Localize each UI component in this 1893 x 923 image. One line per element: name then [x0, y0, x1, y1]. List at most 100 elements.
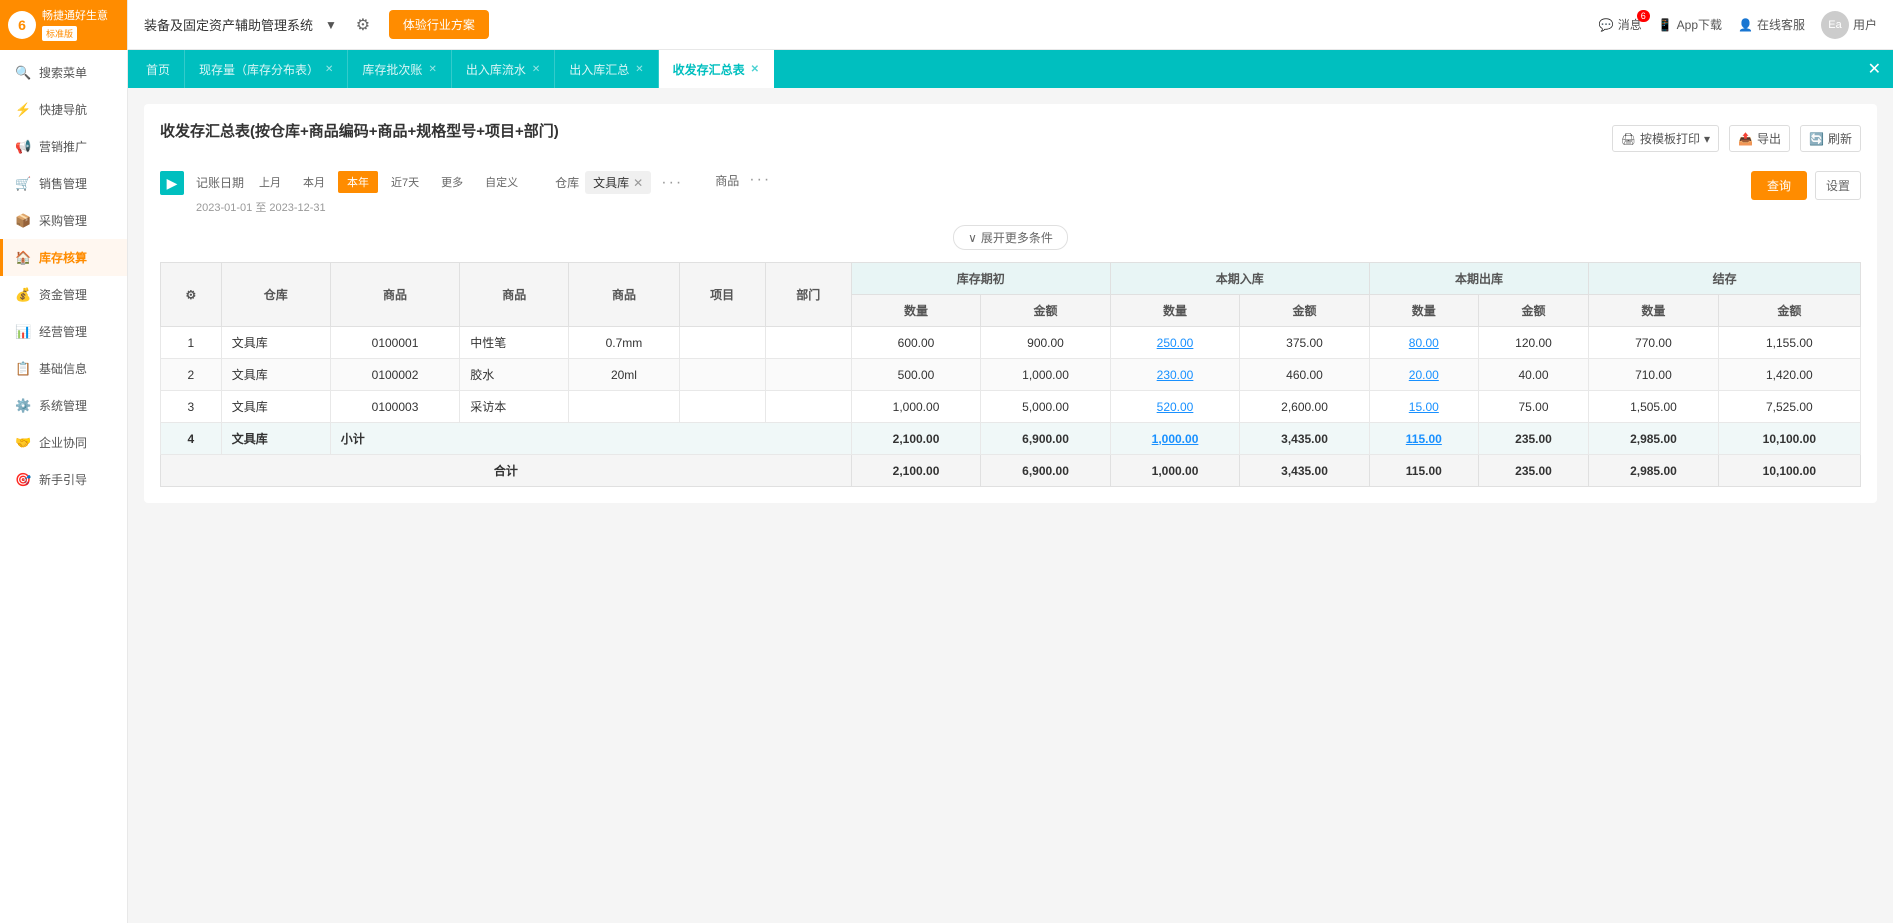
footer-in-amt: 3,435.00: [1240, 455, 1370, 487]
message-badge: 6: [1637, 10, 1650, 22]
warehouse-filter-dots[interactable]: ···: [657, 174, 687, 192]
date-btn-this-month[interactable]: 本月: [294, 171, 334, 193]
operation-icon: 📊: [15, 324, 31, 340]
sidebar-item-sales[interactable]: 🛒 销售管理: [0, 165, 127, 202]
lightning-icon: ⚡: [15, 102, 31, 118]
date-btn-last-month[interactable]: 上月: [250, 171, 290, 193]
refresh-button[interactable]: 🔄 刷新: [1800, 125, 1861, 152]
tab-home[interactable]: 首页: [132, 50, 185, 88]
subtotal-bal-qty: 2,985.00: [1589, 423, 1719, 455]
cell-bal-amt: 7,525.00: [1718, 391, 1860, 423]
date-btn-more[interactable]: 更多: [432, 171, 472, 193]
search-icon: 🔍: [15, 65, 31, 81]
footer-open-amt: 6,900.00: [981, 455, 1111, 487]
cell-bal-amt: 1,155.00: [1718, 327, 1860, 359]
sidebar-item-purchase[interactable]: 📦 采购管理: [0, 202, 127, 239]
tab-flow-label: 出入库流水: [466, 61, 526, 78]
tab-flow-close[interactable]: ✕: [532, 64, 540, 75]
sidebar-item-label: 基础信息: [39, 360, 87, 377]
cell-bal-qty: 1,505.00: [1589, 391, 1719, 423]
cell-open-amt: 900.00: [981, 327, 1111, 359]
export-label: 导出: [1757, 130, 1781, 147]
tab-flow[interactable]: 出入库流水 ✕: [452, 50, 555, 88]
topbar-left: 装备及固定资产辅助管理系统 ▼ ⚙ 体验行业方案: [144, 10, 489, 39]
sidebar-item-marketing[interactable]: 📢 营销推广: [0, 128, 127, 165]
cell-project: [679, 391, 765, 423]
subtotal-out-qty[interactable]: 115.00: [1369, 423, 1478, 455]
sidebar-nav: 🔍 搜索菜单 ⚡ 快捷导航 📢 营销推广 🛒 销售管理 📦 采购管理 🏠 库存核…: [0, 50, 127, 923]
sidebar-item-system[interactable]: ⚙️ 系统管理: [0, 387, 127, 424]
sidebar-item-search[interactable]: 🔍 搜索菜单: [0, 54, 127, 91]
table-wrap: ⚙ 仓库 商品 商品 商品 项目 部门 库存期初 本期入库 本期出库 结存: [160, 262, 1861, 487]
expand-icon: ∨: [968, 231, 977, 245]
cell-out-qty[interactable]: 80.00: [1369, 327, 1478, 359]
gear-icon[interactable]: ⚙: [185, 288, 196, 302]
footer-out-amt: 235.00: [1478, 455, 1588, 487]
chevron-down-icon: ▾: [1704, 132, 1710, 146]
tab-batch[interactable]: 库存批次账 ✕: [348, 50, 451, 88]
subtotal-label: 小计: [330, 423, 851, 455]
warehouse-tag-close[interactable]: ✕: [633, 176, 643, 190]
sidebar-item-label: 搜索菜单: [39, 64, 87, 81]
subtotal-warehouse: 文具库: [221, 423, 330, 455]
date-btn-this-year[interactable]: 本年: [338, 171, 378, 193]
th-bal-amt: 金额: [1718, 295, 1860, 327]
date-btn-7days[interactable]: 近7天: [382, 171, 428, 193]
sidebar-item-collab[interactable]: 🤝 企业协同: [0, 424, 127, 461]
trial-button[interactable]: 体验行业方案: [389, 10, 489, 39]
filter-toggle[interactable]: ▶: [160, 171, 184, 195]
collab-icon: 🤝: [15, 435, 31, 451]
tab-home-label: 首页: [146, 61, 170, 78]
cell-in-qty[interactable]: 230.00: [1110, 359, 1240, 391]
tab-inventory-dist-close[interactable]: ✕: [325, 64, 333, 75]
cell-in-amt: 460.00: [1240, 359, 1370, 391]
sidebar-item-finance[interactable]: 💰 资金管理: [0, 276, 127, 313]
tab-inventory-dist[interactable]: 现存量（库存分布表） ✕: [185, 50, 348, 88]
print-button[interactable]: 🖨 按模板打印 ▾: [1612, 125, 1719, 152]
service-item[interactable]: 👤 在线客服: [1738, 16, 1805, 33]
tabs-close-all[interactable]: ✕: [1860, 59, 1889, 79]
tab-summary[interactable]: 出入库汇总 ✕: [555, 50, 658, 88]
tab-batch-close[interactable]: ✕: [428, 64, 436, 75]
cell-name: 中性笔: [460, 327, 569, 359]
tab-recv-send-close[interactable]: ✕: [751, 64, 759, 75]
th-code: 商品: [330, 263, 460, 327]
th-out-qty: 数量: [1369, 295, 1478, 327]
message-item[interactable]: 💬 消息 6: [1599, 16, 1642, 33]
cell-in-qty[interactable]: 520.00: [1110, 391, 1240, 423]
goods-filter-dots[interactable]: ···: [745, 171, 775, 189]
settings-button[interactable]: 设置: [1815, 171, 1861, 200]
th-name: 商品: [460, 263, 569, 327]
cell-spec: 20ml: [569, 359, 679, 391]
tab-recv-send[interactable]: 收发存汇总表 ✕: [659, 50, 774, 88]
sidebar-item-basic[interactable]: 📋 基础信息: [0, 350, 127, 387]
inventory-icon: 🏠: [15, 250, 31, 266]
cell-in-qty[interactable]: 250.00: [1110, 327, 1240, 359]
cell-spec: 0.7mm: [569, 327, 679, 359]
export-button[interactable]: 📤 导出: [1729, 125, 1790, 152]
sidebar-item-inventory[interactable]: 🏠 库存核算: [0, 239, 127, 276]
cell-out-qty[interactable]: 20.00: [1369, 359, 1478, 391]
app-download-item[interactable]: 📱 App下载: [1658, 16, 1722, 33]
guide-icon: 🎯: [15, 472, 31, 488]
cell-open-qty: 1,000.00: [851, 391, 981, 423]
refresh-label: 刷新: [1828, 130, 1852, 147]
system-dropdown[interactable]: ▼: [325, 18, 337, 32]
tab-summary-close[interactable]: ✕: [635, 64, 643, 75]
cell-dept: [765, 391, 851, 423]
cell-open-amt: 1,000.00: [981, 359, 1111, 391]
sidebar-item-operation[interactable]: 📊 经营管理: [0, 313, 127, 350]
cell-spec: [569, 391, 679, 423]
sidebar-item-guide[interactable]: 🎯 新手引导: [0, 461, 127, 498]
sidebar-item-quicknav[interactable]: ⚡ 快捷导航: [0, 91, 127, 128]
date-btn-custom[interactable]: 自定义: [476, 171, 527, 193]
tab-summary-label: 出入库汇总: [569, 61, 629, 78]
settings-icon[interactable]: ⚙: [349, 11, 377, 39]
user-item[interactable]: Ea 用户: [1821, 11, 1877, 39]
query-button[interactable]: 查询: [1751, 171, 1807, 200]
expand-conditions-button[interactable]: ∨ 展开更多条件: [953, 225, 1068, 250]
subtotal-in-qty[interactable]: 1,000.00: [1110, 423, 1240, 455]
expand-row: ∨ 展开更多条件: [160, 225, 1861, 250]
cell-dept: [765, 327, 851, 359]
cell-out-qty[interactable]: 15.00: [1369, 391, 1478, 423]
